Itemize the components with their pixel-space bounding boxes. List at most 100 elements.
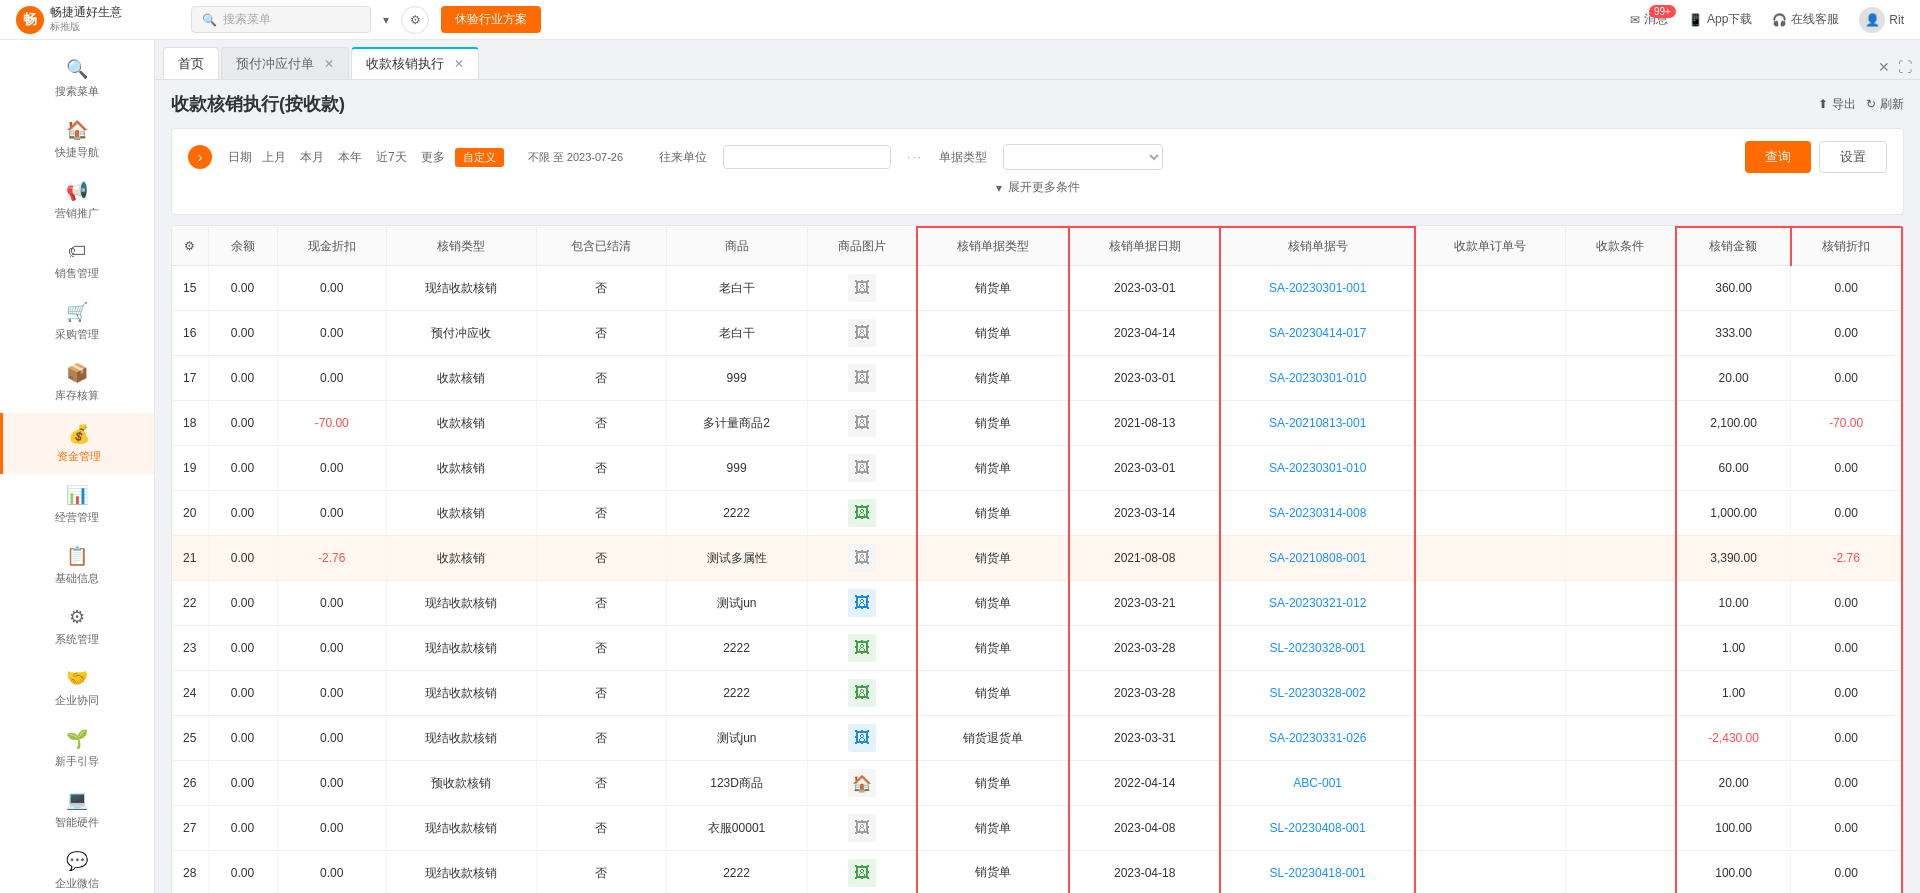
- date-more[interactable]: 更多: [417, 147, 449, 168]
- cell-cash-discount: 0.00: [277, 311, 386, 356]
- export-button[interactable]: ⬆ 导出: [1818, 96, 1856, 113]
- bill-no-link[interactable]: SA-20230414-017: [1269, 326, 1366, 340]
- cell-goods-img: 🖼: [807, 401, 917, 446]
- table-row: 27 0.00 0.00 现结收款核销 否 衣服00001 🖼 销货单 2023…: [172, 806, 1902, 851]
- setting-button[interactable]: 设置: [1819, 141, 1887, 173]
- wechat-icon: 💬: [66, 850, 88, 872]
- sidebar-item-purchase[interactable]: 🛒 采购管理: [0, 291, 154, 352]
- cell-verify-type: 预收款核销: [387, 761, 537, 806]
- cell-include-settled: 否: [536, 491, 666, 536]
- expand-filter-button[interactable]: ›: [188, 145, 212, 169]
- partner-input[interactable]: [723, 145, 891, 169]
- bill-no-link[interactable]: SL-20230408-001: [1270, 821, 1366, 835]
- sidebar-item-inventory[interactable]: 📦 库存核算: [0, 352, 154, 413]
- bill-no-link[interactable]: SA-20230331-026: [1269, 731, 1366, 745]
- table-row: 25 0.00 0.00 现结收款核销 否 测试jun 🖼 销货退货单 2023…: [172, 716, 1902, 761]
- bill-no-link[interactable]: SA-20230301-010: [1269, 461, 1366, 475]
- date-7-days[interactable]: 近7天: [372, 147, 411, 168]
- gear-button[interactable]: ⚙: [401, 6, 429, 34]
- cell-include-settled: 否: [536, 356, 666, 401]
- tab-home[interactable]: 首页: [163, 47, 219, 79]
- table-row: 17 0.00 0.00 收款核销 否 999 🖼 销货单 2023-03-01…: [172, 356, 1902, 401]
- top-search-box[interactable]: 🔍 搜索菜单: [191, 6, 371, 33]
- tab-collection[interactable]: 收款核销执行 ✕: [351, 47, 479, 79]
- date-this-year[interactable]: 本年: [334, 147, 366, 168]
- expand-more-bar[interactable]: ▾ 展开更多条件: [188, 173, 1887, 202]
- tab-prepay-label: 预付冲应付单: [236, 55, 314, 73]
- avatar: 👤: [1859, 7, 1885, 33]
- custom-date-button[interactable]: 自定义: [455, 148, 504, 167]
- sidebar-item-smart-hw[interactable]: 💻 智能硬件: [0, 779, 154, 840]
- dropdown-button[interactable]: ▾: [383, 13, 389, 27]
- bill-no-link[interactable]: SA-20230314-008: [1269, 506, 1366, 520]
- bill-no-link[interactable]: ABC-001: [1293, 776, 1342, 790]
- bill-no-link[interactable]: SA-20210808-001: [1269, 551, 1366, 565]
- cell-receipt-condition: [1566, 716, 1676, 761]
- bill-no-link[interactable]: SL-20230328-001: [1270, 641, 1366, 655]
- sidebar-item-marketing[interactable]: 📢 营销推广: [0, 170, 154, 231]
- cell-goods-img: 🖼: [807, 581, 917, 626]
- sidebar-item-beginner[interactable]: 🌱 新手引导: [0, 718, 154, 779]
- cell-include-settled: 否: [536, 716, 666, 761]
- solution-button[interactable]: 休验行业方案: [441, 6, 541, 33]
- cell-cash-discount: 0.00: [277, 671, 386, 716]
- top-center: 🔍 搜索菜单 ▾ ⚙ 休验行业方案: [171, 6, 1630, 34]
- cell-receipt-order-no: [1415, 356, 1566, 401]
- page-title: 收款核销执行(按收款): [171, 92, 345, 116]
- bill-no-link[interactable]: SL-20230328-002: [1270, 686, 1366, 700]
- sidebar-item-base-info[interactable]: 📋 基础信息: [0, 535, 154, 596]
- date-last-month[interactable]: 上月: [258, 147, 290, 168]
- cell-verify-bill-type: 销货单: [917, 761, 1069, 806]
- sidebar-item-search[interactable]: 🔍 搜索菜单: [0, 48, 154, 109]
- cell-verify-discount: 0.00: [1791, 311, 1902, 356]
- bill-no-link[interactable]: SA-20230301-001: [1269, 281, 1366, 295]
- bill-no-link[interactable]: SA-20230321-012: [1269, 596, 1366, 610]
- cell-no: 28: [172, 851, 208, 894]
- bill-no-link[interactable]: SA-20230301-010: [1269, 371, 1366, 385]
- page-header: 收款核销执行(按收款) ⬆ 导出 ↻ 刷新: [171, 92, 1904, 116]
- cell-verify-bill-date: 2023-03-01: [1069, 356, 1221, 401]
- close-window-icon[interactable]: ✕: [1878, 59, 1890, 75]
- query-button[interactable]: 查询: [1745, 141, 1811, 173]
- cell-verify-amount: -2,430.00: [1676, 716, 1791, 761]
- tab-prepay[interactable]: 预付冲应付单 ✕: [221, 47, 349, 79]
- bill-no-link[interactable]: SL-20230418-001: [1270, 866, 1366, 880]
- th-settings[interactable]: ⚙: [172, 227, 208, 266]
- bill-no-link[interactable]: SA-20210813-001: [1269, 416, 1366, 430]
- app-download-button[interactable]: 📱 App下载: [1688, 11, 1752, 28]
- goods-image: 🖼: [848, 634, 876, 662]
- tab-collection-close[interactable]: ✕: [454, 57, 464, 71]
- refresh-button[interactable]: ↻ 刷新: [1866, 96, 1904, 113]
- filter-center: 往来单位 ··· 单据类型: [659, 144, 1729, 170]
- cell-receipt-condition: [1566, 446, 1676, 491]
- cell-no: 25: [172, 716, 208, 761]
- cell-goods: 2222: [666, 626, 807, 671]
- message-button[interactable]: ✉ 消息 99+: [1630, 11, 1668, 28]
- maximize-icon[interactable]: ⛶: [1898, 59, 1912, 75]
- th-verify-bill-no: 核销单据号: [1220, 227, 1414, 266]
- sidebar-item-operations[interactable]: 📊 经营管理: [0, 474, 154, 535]
- sidebar-item-finance[interactable]: 💰 资金管理: [0, 413, 154, 474]
- cell-cash-discount: 0.00: [277, 266, 386, 311]
- tab-prepay-close[interactable]: ✕: [324, 57, 334, 71]
- table-header-row: ⚙ 余额 现金折扣 核销类型 包含已结清 商品 商品图片 核销单据类型 核销单据…: [172, 227, 1902, 266]
- table-row: 19 0.00 0.00 收款核销 否 999 🖼 销货单 2023-03-01…: [172, 446, 1902, 491]
- cell-include-settled: 否: [536, 581, 666, 626]
- user-menu[interactable]: 👤 Rit: [1859, 7, 1904, 33]
- sidebar-item-sales[interactable]: 🏷 销售管理: [0, 231, 154, 291]
- cell-receipt-order-no: [1415, 581, 1566, 626]
- cell-verify-amount: 100.00: [1676, 851, 1791, 894]
- sidebar-item-enterprise[interactable]: 🤝 企业协同: [0, 657, 154, 718]
- sidebar-item-quick-nav[interactable]: 🏠 快捷导航: [0, 109, 154, 170]
- bill-type-select[interactable]: [1003, 144, 1163, 170]
- th-receipt-condition: 收款条件: [1566, 227, 1676, 266]
- sidebar-item-sys-mgmt[interactable]: ⚙ 系统管理: [0, 596, 154, 657]
- cell-receipt-order-no: [1415, 311, 1566, 356]
- cell-verify-bill-date: 2021-08-13: [1069, 401, 1221, 446]
- quick-nav-icon: 🏠: [66, 119, 88, 141]
- cell-verify-bill-date: 2023-03-01: [1069, 446, 1221, 491]
- cell-verify-bill-date: 2023-04-08: [1069, 806, 1221, 851]
- online-service-button[interactable]: 🎧 在线客服: [1772, 11, 1839, 28]
- sidebar-item-wechat[interactable]: 💬 企业微信: [0, 840, 154, 893]
- date-this-month[interactable]: 本月: [296, 147, 328, 168]
